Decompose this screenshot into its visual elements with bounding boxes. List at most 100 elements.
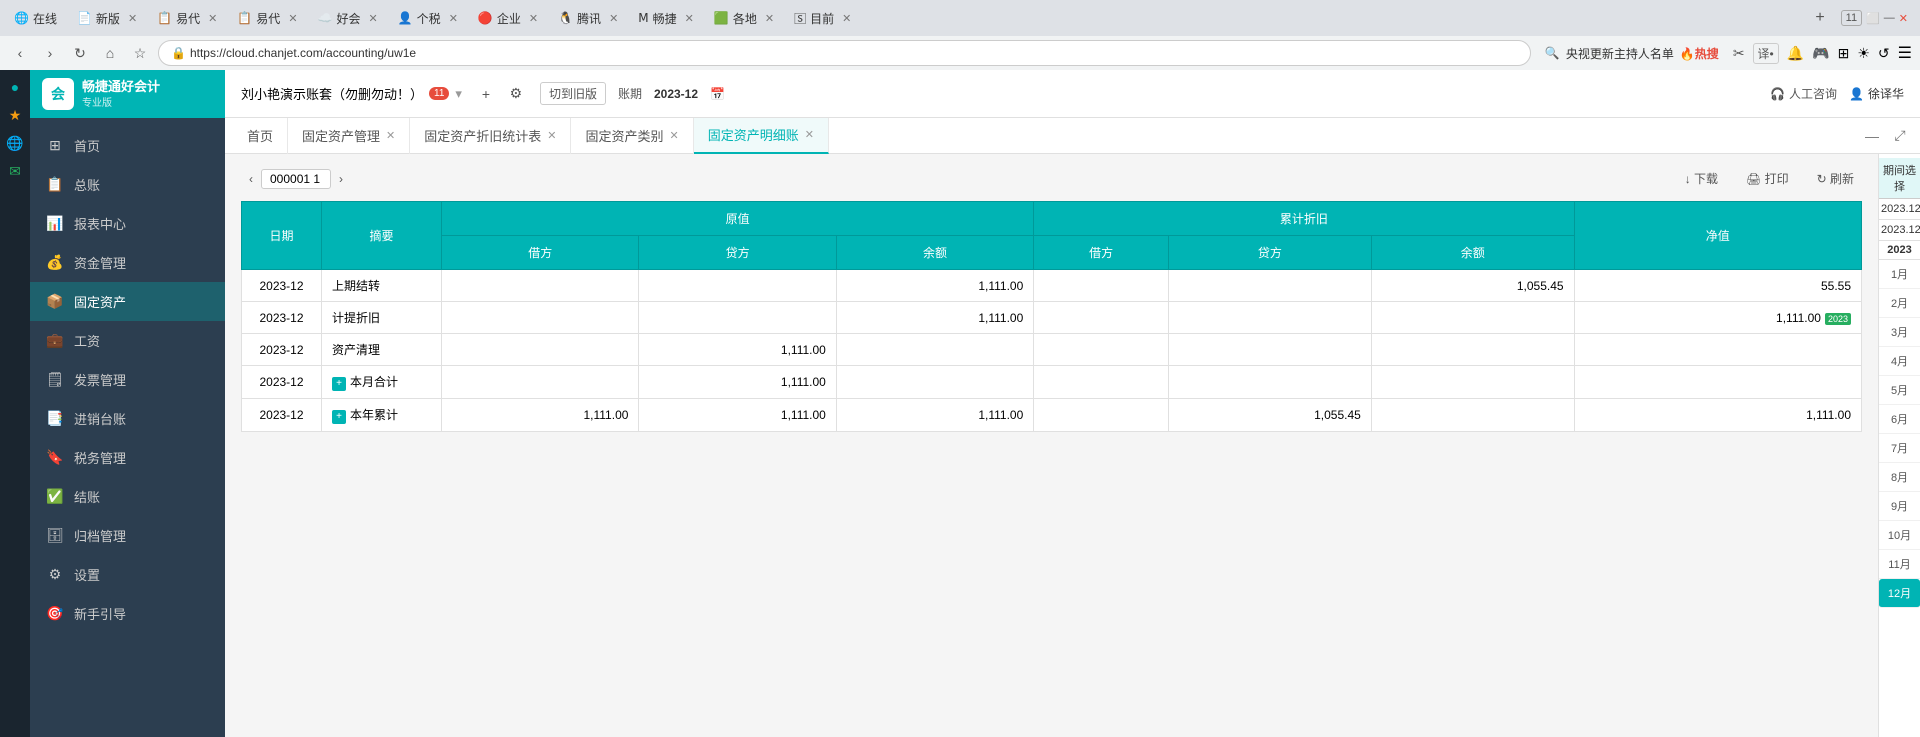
company-selector[interactable]: 刘小艳演示账套（勿删勿动！） 11 ▾	[241, 84, 462, 103]
period-month-12[interactable]: 12月	[1879, 579, 1920, 608]
close-window-btn[interactable]: ✕	[1899, 12, 1908, 25]
prev-page-button[interactable]: ‹	[241, 169, 261, 189]
switch-version-button[interactable]: 切到旧版	[540, 82, 606, 105]
main-content: 刘小艳演示账套（勿删勿动！） 11 ▾ + ⚙ 切到旧版 账期 2023-12 …	[225, 70, 1920, 737]
sidebar-label-12: 新手引导	[74, 604, 126, 623]
page-tab-close-3[interactable]: ✕	[670, 129, 679, 142]
sidebar-item-税务管理[interactable]: 🔖税务管理	[30, 438, 225, 477]
browser-tab-3[interactable]: 📋易代✕	[227, 4, 307, 32]
pagination-nav: ‹ 000001 1 › ↓ 下载 🖨 打印 ↻ 刷新	[241, 166, 1862, 191]
period-month-11[interactable]: 11月	[1879, 550, 1920, 579]
headset-icon: 🎧	[1770, 87, 1785, 101]
user-button[interactable]: 👤 徐译华	[1849, 85, 1904, 102]
period-month-8[interactable]: 8月	[1879, 463, 1920, 492]
minimize-btn[interactable]: —	[1884, 12, 1895, 24]
sidebar-item-总账[interactable]: 📋总账	[30, 165, 225, 204]
page-tab-0[interactable]: 首页	[233, 118, 288, 154]
period-month-2[interactable]: 2月	[1879, 289, 1920, 318]
bookmark-button[interactable]: ☆	[128, 41, 152, 65]
print-button[interactable]: 🖨 打印	[1738, 166, 1797, 191]
refresh-button[interactable]: ↻ 刷新	[1809, 166, 1862, 191]
translate-icon[interactable]: 译•	[1753, 43, 1779, 64]
tab-maximize-btn[interactable]: ⤢	[1888, 124, 1912, 148]
forward-button[interactable]: ›	[38, 41, 62, 65]
browser-tab-7[interactable]: 🐧腾讯✕	[548, 4, 628, 32]
quick-icon-1[interactable]: ●	[2, 74, 28, 100]
sidebar-item-归档管理[interactable]: 🗄归档管理	[30, 516, 225, 555]
page-input[interactable]: 000001 1	[261, 169, 331, 189]
period-month-3[interactable]: 3月	[1879, 318, 1920, 347]
period-month-5[interactable]: 5月	[1879, 376, 1920, 405]
sidebar-item-首页[interactable]: ⊞首页	[30, 126, 225, 165]
sidebar-item-结账[interactable]: ✅结账	[30, 477, 225, 516]
grid-icon[interactable]: ⊞	[1838, 45, 1850, 62]
brightness-icon[interactable]: ☀	[1857, 45, 1870, 62]
page-tab-label-0: 首页	[247, 126, 273, 145]
sidebar-item-发票管理[interactable]: 🗒发票管理	[30, 360, 225, 399]
page-tab-3[interactable]: 固定资产类别✕	[571, 118, 693, 154]
browser-tab-5[interactable]: 👤个税✕	[388, 4, 468, 32]
period-month-9[interactable]: 9月	[1879, 492, 1920, 521]
cell-orig-debit-3	[442, 366, 639, 399]
period-month-4[interactable]: 4月	[1879, 347, 1920, 376]
browser-tab-0[interactable]: 🌐在线	[4, 4, 67, 32]
quick-icon-social[interactable]: 🌐	[2, 130, 28, 156]
browser-tab-2[interactable]: 📋易代✕	[147, 4, 227, 32]
wallet-icon[interactable]: 🔔	[1787, 45, 1804, 62]
period-month-1[interactable]: 1月	[1879, 260, 1920, 289]
address-input[interactable]: 🔒 https://cloud.chanjet.com/accounting/u…	[158, 40, 1531, 66]
add-company-button[interactable]: +	[474, 82, 498, 106]
page-tab-close-2[interactable]: ✕	[547, 129, 556, 142]
page-tab-close-4[interactable]: ✕	[805, 128, 814, 141]
back-button[interactable]: ‹	[8, 41, 32, 65]
calendar-icon[interactable]: 📅	[710, 87, 725, 101]
history-icon[interactable]: ↺	[1878, 45, 1890, 62]
download-button[interactable]: ↓ 下载	[1677, 166, 1726, 191]
browser-tab-8[interactable]: Ⅿ畅捷✕	[628, 4, 704, 32]
period-months: 20231月2月3月4月5月6月7月8月9月10月11月12月	[1879, 241, 1920, 608]
sidebar-item-新手引导[interactable]: 🎯新手引导	[30, 594, 225, 633]
period-month-7[interactable]: 7月	[1879, 434, 1920, 463]
sidebar-item-工资[interactable]: 💼工资	[30, 321, 225, 360]
dropdown-arrow-icon: ▾	[455, 86, 462, 102]
browser-tab-4[interactable]: ☁️好会✕	[308, 4, 388, 32]
table-row[interactable]: 2023-12 资产清理 1,111.00	[242, 334, 1862, 366]
cell-orig-balance-2	[836, 334, 1033, 366]
browser-tab-9[interactable]: 🟩各地✕	[704, 4, 784, 32]
home-button[interactable]: ⌂	[98, 41, 122, 65]
page-tab-close-1[interactable]: ✕	[386, 129, 395, 142]
sidebar-item-固定资产[interactable]: 📦固定资产	[30, 282, 225, 321]
period-month-6[interactable]: 6月	[1879, 405, 1920, 434]
table-row[interactable]: 2023-12 计提折旧 1,111.00 1,111.002023	[242, 302, 1862, 334]
restore-btn[interactable]: ⬜	[1866, 12, 1880, 25]
table-row[interactable]: 2023-12 上期结转 1,111.00 1,055.45 55.55	[242, 270, 1862, 302]
period-month-10[interactable]: 10月	[1879, 521, 1920, 550]
quick-icon-star[interactable]: ★	[2, 102, 28, 128]
sidebar-item-资金管理[interactable]: 💰资金管理	[30, 243, 225, 282]
game-icon[interactable]: 🎮	[1812, 45, 1829, 62]
sidebar-item-设置[interactable]: ⚙设置	[30, 555, 225, 594]
search-text[interactable]: 央视更新主持人名单	[1566, 45, 1674, 62]
help-button[interactable]: 🎧 人工咨询	[1770, 85, 1837, 102]
table-row[interactable]: 2023-12 +本月合计 1,111.00	[242, 366, 1862, 399]
hot-search-label[interactable]: 🔥热搜	[1680, 45, 1719, 62]
table-row[interactable]: 2023-12 +本年累计 1,111.00 1,111.00 1,111.00…	[242, 399, 1862, 432]
toolbar-buttons: ↓ 下载 🖨 打印 ↻ 刷新	[1677, 166, 1862, 191]
quick-icon-mail[interactable]: ✉	[2, 158, 28, 184]
browser-tab-6[interactable]: 🔴企业✕	[468, 4, 548, 32]
page-tab-1[interactable]: 固定资产管理✕	[288, 118, 410, 154]
sidebar-item-进销台账[interactable]: 📑进销台账	[30, 399, 225, 438]
next-page-button[interactable]: ›	[331, 169, 351, 189]
browser-tab-1[interactable]: 📄新版✕	[67, 4, 147, 32]
browser-tab-10[interactable]: 🅂目前✕	[784, 4, 861, 32]
menu-icon[interactable]: ☰	[1898, 43, 1912, 63]
reload-button[interactable]: ↻	[68, 41, 92, 65]
scissors-icon[interactable]: ✂	[1733, 45, 1745, 62]
tab-minimize-btn[interactable]: —	[1860, 124, 1884, 148]
page-tab-4[interactable]: 固定资产明细账✕	[694, 118, 829, 154]
sidebar-item-报表中心[interactable]: 📊报表中心	[30, 204, 225, 243]
top-bar-right: 🎧 人工咨询 👤 徐译华	[1770, 85, 1904, 102]
page-tab-2[interactable]: 固定资产折旧统计表✕	[410, 118, 571, 154]
new-tab-button[interactable]: +	[1807, 9, 1832, 27]
settings-company-button[interactable]: ⚙	[504, 82, 528, 106]
